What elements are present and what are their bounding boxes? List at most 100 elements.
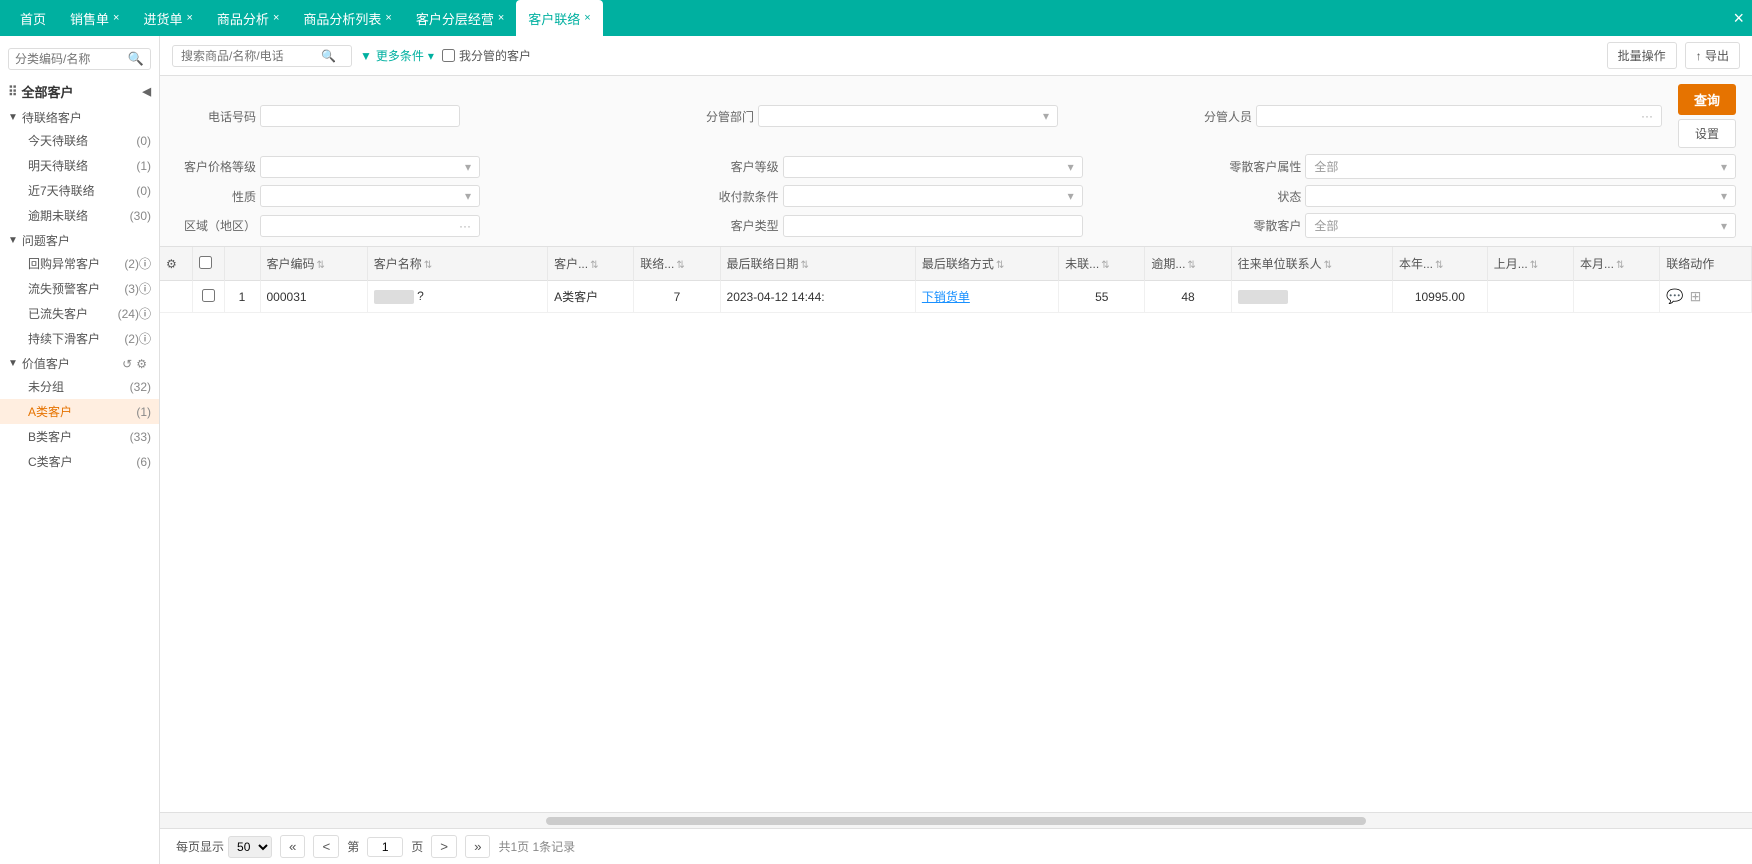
th-overdue[interactable]: 逾期...⇅	[1145, 247, 1231, 281]
payment-label: 收付款条件	[699, 188, 779, 205]
filter-search-box[interactable]: 🔍	[172, 45, 352, 67]
select-all-checkbox[interactable]	[199, 256, 212, 269]
th-contact[interactable]: 联络...⇅	[634, 247, 720, 281]
horizontal-scrollbar[interactable]	[160, 812, 1752, 828]
th-name[interactable]: 客户名称⇅	[367, 247, 547, 281]
price-grade-select[interactable]: ▾	[260, 156, 480, 178]
sidebar-item-b-class[interactable]: B类客户 (33)	[0, 424, 159, 449]
th-checkbox[interactable]	[192, 247, 224, 281]
sidebar-section-value[interactable]: ▼ 价值客户 ↺ ⚙	[0, 351, 159, 374]
refresh-icon[interactable]: ↺	[122, 357, 132, 371]
th-this-month[interactable]: 本月...⇅	[1573, 247, 1659, 281]
first-page-button[interactable]: «	[280, 835, 305, 858]
sidebar-item-churn-warning[interactable]: 流失预警客户 (3) ⓘ	[0, 276, 159, 301]
per-page-selector: 每页显示 50	[176, 836, 272, 858]
nav-tab-purchase-close[interactable]: ×	[186, 12, 192, 24]
sidebar-item-declining[interactable]: 持续下滑客户 (2) ⓘ	[0, 326, 159, 351]
sort-icon-this-year: ⇅	[1435, 260, 1443, 271]
filter-icon: ▼	[360, 49, 372, 63]
query-button[interactable]: 查询	[1678, 84, 1736, 115]
th-action[interactable]: 联络动作	[1660, 247, 1752, 281]
dept-select[interactable]: ▾	[758, 105, 1058, 127]
sidebar-item-tomorrow[interactable]: 明天待联络 (1)	[0, 153, 159, 178]
last-page-button[interactable]: »	[465, 835, 490, 858]
nav-tab-customer-segment[interactable]: 客户分层经营 ×	[404, 0, 516, 36]
customer-grade-select[interactable]: ▾	[783, 156, 1083, 178]
sidebar-item-today[interactable]: 今天待联络 (0)	[0, 128, 159, 153]
filter-region: 区域（地区） ···	[176, 215, 691, 237]
nav-tab-analysis[interactable]: 商品分析 ×	[205, 0, 291, 36]
nav-tab-customer-segment-close[interactable]: ×	[498, 12, 504, 24]
person-select[interactable]: ···	[1256, 105, 1662, 127]
settings-icon[interactable]: ⚙	[136, 357, 147, 371]
filter-bar: 🔍 ▼ 更多条件 ▾ 我分管的客户 批量操作 ↑ 导出	[160, 36, 1752, 76]
gear-icon[interactable]: ⚙	[166, 257, 177, 271]
settings-button[interactable]: 设置	[1678, 119, 1736, 148]
th-last-month[interactable]: 上月...⇅	[1487, 247, 1573, 281]
nav-tab-analysis-close[interactable]: ×	[273, 12, 279, 24]
close-all-button[interactable]: ×	[1733, 8, 1744, 29]
filter-row-3: 性质 ▾ 收付款条件 ▾ 状态	[176, 185, 1736, 207]
more-actions-icon[interactable]: ⊞	[1690, 288, 1702, 305]
scatter-attr-select[interactable]: 全部 ▾	[1305, 154, 1736, 179]
th-seq	[224, 247, 260, 281]
th-type[interactable]: 客户...⇅	[548, 247, 634, 281]
top-navbar: 首页 销售单 × 进货单 × 商品分析 × 商品分析列表 × 客户分层经营 × …	[0, 0, 1752, 36]
person-dots-icon[interactable]: ···	[1641, 109, 1653, 123]
region-dots-icon[interactable]: ···	[459, 219, 471, 233]
nav-tab-customer-contact-close[interactable]: ×	[584, 12, 590, 24]
batch-ops-button[interactable]: 批量操作	[1607, 42, 1677, 69]
my-customers-checkbox[interactable]	[442, 49, 455, 62]
sidebar-collapse-icon[interactable]: ◀	[143, 85, 151, 98]
th-gear[interactable]: ⚙	[160, 247, 192, 281]
data-table-container: ⚙ 客户编码⇅ 客户名称⇅ 客户...⇅	[160, 247, 1752, 812]
th-no-contact[interactable]: 未联...⇅	[1059, 247, 1145, 281]
nav-tab-analysis-list-close[interactable]: ×	[385, 12, 391, 24]
th-this-year[interactable]: 本年...⇅	[1393, 247, 1488, 281]
status-select[interactable]: ▾	[1305, 185, 1736, 207]
td-row-checkbox[interactable]	[192, 281, 224, 313]
sidebar-item-overdue[interactable]: 逾期未联络 (30)	[0, 203, 159, 228]
th-last-date[interactable]: 最后联络日期⇅	[720, 247, 915, 281]
sidebar-all-customers[interactable]: ⠿ 全部客户 ◀	[0, 78, 159, 105]
per-page-select[interactable]: 50	[228, 836, 272, 858]
payment-select[interactable]: ▾	[783, 185, 1083, 207]
sidebar-item-repurchase[interactable]: 回购异常客户 (2) ⓘ	[0, 251, 159, 276]
export-button[interactable]: ↑ 导出	[1685, 42, 1740, 69]
customer-type-input[interactable]	[783, 215, 1083, 237]
sidebar-item-churned[interactable]: 已流失客户 (24) ⓘ	[0, 301, 159, 326]
nav-home[interactable]: 首页	[8, 0, 58, 36]
sidebar-section-pending[interactable]: ▼ 待联络客户	[0, 105, 159, 128]
nature-select[interactable]: ▾	[260, 185, 480, 207]
scrollbar-thumb[interactable]	[546, 817, 1366, 825]
nav-tab-sales-close[interactable]: ×	[113, 12, 119, 24]
th-unit-contact[interactable]: 往来单位联系人⇅	[1231, 247, 1392, 281]
sidebar-item-c-class[interactable]: C类客户 (6)	[0, 449, 159, 474]
filter-search-input[interactable]	[181, 49, 321, 63]
nav-tab-analysis-list[interactable]: 商品分析列表 ×	[291, 0, 403, 36]
my-customers-filter[interactable]: 我分管的客户	[442, 47, 531, 64]
th-last-method[interactable]: 最后联络方式⇅	[915, 247, 1058, 281]
sidebar-item-unclassified[interactable]: 未分组 (32)	[0, 374, 159, 399]
nav-tab-customer-contact[interactable]: 客户联络 ×	[516, 0, 602, 36]
sidebar-search-box[interactable]: 🔍	[8, 48, 151, 70]
more-conditions-btn[interactable]: ▼ 更多条件 ▾	[360, 47, 434, 64]
page-number-input[interactable]	[367, 837, 403, 857]
sidebar-section-problem[interactable]: ▼ 问题客户	[0, 228, 159, 251]
last-method-link[interactable]: 下销货单	[922, 290, 970, 304]
td-this-month	[1573, 281, 1659, 313]
td-overdue: 48	[1145, 281, 1231, 313]
prev-page-button[interactable]: <	[313, 835, 339, 858]
th-code[interactable]: 客户编码⇅	[260, 247, 367, 281]
next-page-button[interactable]: >	[431, 835, 457, 858]
phone-input[interactable]	[260, 105, 460, 127]
sidebar-item-7days[interactable]: 近7天待联络 (0)	[0, 178, 159, 203]
scatter-customer-select[interactable]: 全部 ▾	[1305, 213, 1736, 238]
region-select[interactable]: ···	[260, 215, 480, 237]
message-icon[interactable]: 💬	[1666, 288, 1683, 305]
sidebar-search-input[interactable]	[15, 52, 128, 66]
nav-tab-sales[interactable]: 销售单 ×	[58, 0, 131, 36]
row-checkbox[interactable]	[202, 289, 215, 302]
nav-tab-purchase[interactable]: 进货单 ×	[131, 0, 204, 36]
sidebar-item-a-class[interactable]: A类客户 (1)	[0, 399, 159, 424]
